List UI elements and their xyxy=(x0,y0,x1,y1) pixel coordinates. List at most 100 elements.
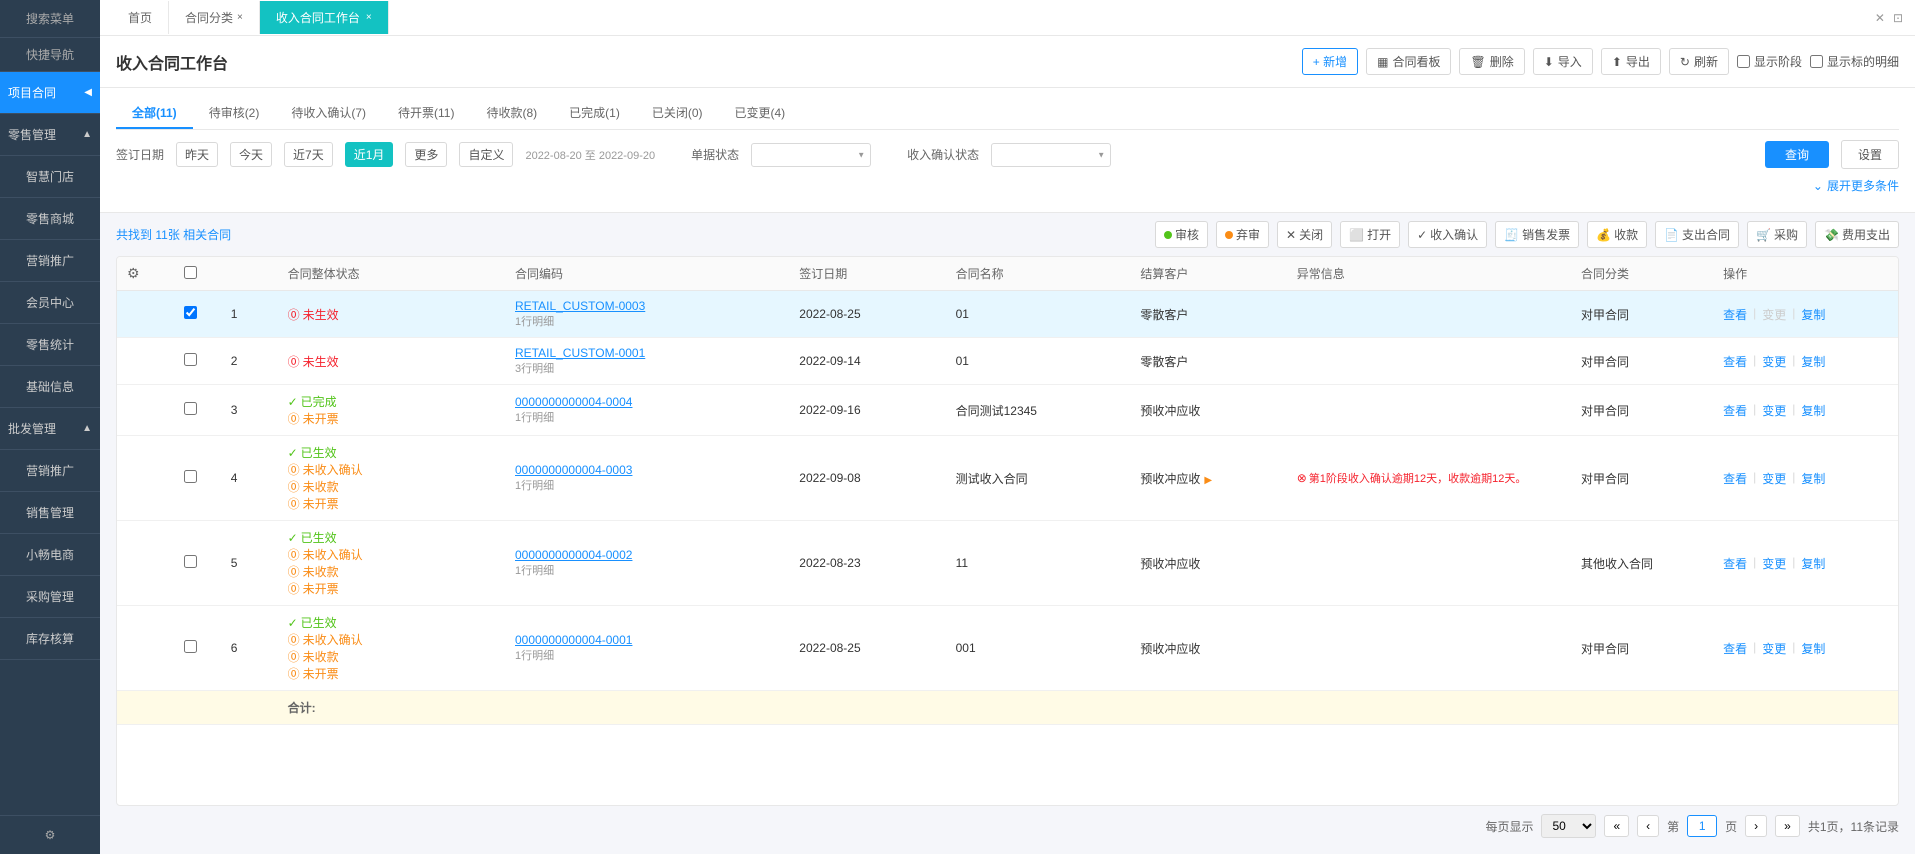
row-code[interactable]: 0000000000004-00021行明细 xyxy=(505,521,789,606)
tab-income-workbench-close[interactable]: × xyxy=(366,12,372,23)
copy-action[interactable]: 复制 xyxy=(1801,306,1825,323)
date-btn-1month[interactable]: 近1月 xyxy=(345,142,394,167)
copy-action[interactable]: 复制 xyxy=(1801,353,1825,370)
table-row[interactable]: 5✓已生效⓪未收入确认⓪未收款⓪未开票0000000000004-00021行明… xyxy=(117,521,1898,606)
sidebar-item-retail-stats[interactable]: 零售统计 xyxy=(0,324,100,366)
edit-action[interactable]: 变更 xyxy=(1762,640,1786,657)
tab-contract-category[interactable]: 合同分类 × xyxy=(169,1,260,34)
row-checkbox-cell[interactable] xyxy=(174,385,221,436)
show-detail-checkbox[interactable] xyxy=(1810,55,1823,68)
contract-code-link[interactable]: RETAIL_CUSTOM-0003 xyxy=(515,299,645,313)
show-stage-checkbox-label[interactable]: 显示阶段 xyxy=(1737,53,1802,70)
table-row[interactable]: 6✓已生效⓪未收入确认⓪未收款⓪未开票0000000000004-00011行明… xyxy=(117,606,1898,691)
col-error-info-header[interactable]: 异常信息 xyxy=(1287,257,1571,291)
status-tab-pending-invoice[interactable]: 待开票(11) xyxy=(382,98,470,129)
show-stage-checkbox[interactable] xyxy=(1737,55,1750,68)
window-close-button[interactable]: ✕ xyxy=(1875,11,1885,25)
contract-code-link[interactable]: 0000000000004-0003 xyxy=(515,463,632,477)
customer-nav-icon[interactable]: ▶ xyxy=(1204,475,1212,486)
expense-out-button[interactable]: 💸 费用支出 xyxy=(1815,221,1899,248)
tab-income-workbench[interactable]: 收入合同工作台 × xyxy=(260,1,389,34)
set-button[interactable]: 设置 xyxy=(1841,140,1899,169)
delete-button[interactable]: 🗑 删除 xyxy=(1459,48,1524,75)
date-btn-yesterday[interactable]: 昨天 xyxy=(176,142,218,167)
row-code[interactable]: 0000000000004-00031行明细 xyxy=(505,436,789,521)
status-tab-completed[interactable]: 已完成(1) xyxy=(553,98,636,129)
row-checkbox-cell[interactable] xyxy=(174,436,221,521)
tab-home[interactable]: 首页 xyxy=(112,1,169,34)
row-checkbox[interactable] xyxy=(184,470,197,483)
edit-action[interactable]: 变更 xyxy=(1762,353,1786,370)
show-detail-checkbox-label[interactable]: 显示标的明细 xyxy=(1810,53,1899,70)
contract-board-button[interactable]: ▦ 合同看板 xyxy=(1366,48,1451,75)
row-code[interactable]: 0000000000004-00011行明细 xyxy=(505,606,789,691)
refresh-button[interactable]: ↻ 刷新 xyxy=(1669,48,1729,75)
date-btn-more[interactable]: 更多 xyxy=(405,142,447,167)
contract-code-link[interactable]: 0000000000004-0004 xyxy=(515,395,632,409)
sidebar-item-marketing[interactable]: 营销推广 xyxy=(0,240,100,282)
last-page-button[interactable]: » xyxy=(1775,815,1800,837)
col-category-header[interactable]: 合同分类 xyxy=(1571,257,1713,291)
sales-invoice-button[interactable]: 🧾 销售发票 xyxy=(1495,221,1579,248)
sidebar-search[interactable]: 搜索菜单 xyxy=(0,0,100,38)
sidebar-item-retail-mall[interactable]: 零售商城 xyxy=(0,198,100,240)
date-btn-custom[interactable]: 自定义 xyxy=(459,142,513,167)
sidebar-item-project[interactable]: 项目合同 ◀ xyxy=(0,72,100,114)
edit-action[interactable]: 变更 xyxy=(1762,470,1786,487)
sidebar-item-retail[interactable]: 零售管理 ▲ xyxy=(0,114,100,156)
row-checkbox[interactable] xyxy=(184,306,197,319)
status-tab-pending-confirm[interactable]: 待收入确认(7) xyxy=(275,98,382,129)
status-tab-pending-receipt[interactable]: 待收款(8) xyxy=(470,98,553,129)
date-btn-today[interactable]: 今天 xyxy=(230,142,272,167)
doc-status-select[interactable] xyxy=(751,143,871,167)
view-action[interactable]: 查看 xyxy=(1723,470,1747,487)
contract-code-link[interactable]: 0000000000004-0001 xyxy=(515,633,632,647)
sidebar-item-wholesale[interactable]: 批发管理 ▲ xyxy=(0,408,100,450)
view-action[interactable]: 查看 xyxy=(1723,555,1747,572)
row-checkbox[interactable] xyxy=(184,353,197,366)
row-checkbox-cell[interactable] xyxy=(174,338,221,385)
row-checkbox[interactable] xyxy=(184,555,197,568)
row-checkbox-cell[interactable] xyxy=(174,606,221,691)
status-tab-closed[interactable]: 已关闭(0) xyxy=(636,98,719,129)
income-confirm-select[interactable] xyxy=(991,143,1111,167)
sidebar-item-basic[interactable]: 基础信息 xyxy=(0,366,100,408)
copy-action[interactable]: 复制 xyxy=(1801,470,1825,487)
sidebar-item-smart-store[interactable]: 智慧门店 xyxy=(0,156,100,198)
abandon-button[interactable]: 弃审 xyxy=(1216,221,1269,248)
open-button[interactable]: ⬜ 打开 xyxy=(1340,221,1400,248)
column-settings-icon[interactable]: ⚙ xyxy=(127,265,140,281)
status-tab-changed[interactable]: 已变更(4) xyxy=(719,98,802,129)
row-checkbox-cell[interactable] xyxy=(174,291,221,338)
row-code[interactable]: 0000000000004-00041行明细 xyxy=(505,385,789,436)
current-page[interactable]: 1 xyxy=(1687,815,1717,837)
edit-action[interactable]: 变更 xyxy=(1762,306,1786,323)
view-action[interactable]: 查看 xyxy=(1723,402,1747,419)
sidebar-settings-button[interactable]: ⚙ xyxy=(0,815,100,854)
sidebar-item-xiaochang[interactable]: 小畅电商 xyxy=(0,534,100,576)
income-confirm-button[interactable]: ✓ 收入确认 xyxy=(1408,221,1487,248)
expand-filter-button[interactable]: ⌄ 展开更多条件 xyxy=(1813,177,1899,194)
row-checkbox[interactable] xyxy=(184,402,197,415)
status-tab-pending-review[interactable]: 待审核(2) xyxy=(193,98,276,129)
select-all-checkbox[interactable] xyxy=(184,266,197,279)
import-button[interactable]: ⬇ 导入 xyxy=(1533,48,1593,75)
new-button[interactable]: + 新增 xyxy=(1302,48,1358,75)
view-action[interactable]: 查看 xyxy=(1723,640,1747,657)
prev-page-button[interactable]: ‹ xyxy=(1637,815,1659,837)
view-action[interactable]: 查看 xyxy=(1723,353,1747,370)
table-row[interactable]: 1⓪未生效RETAIL_CUSTOM-00031行明细2022-08-2501零… xyxy=(117,291,1898,338)
row-code[interactable]: RETAIL_CUSTOM-00031行明细 xyxy=(505,291,789,338)
tab-contract-category-close[interactable]: × xyxy=(237,12,243,23)
row-checkbox-cell[interactable] xyxy=(174,521,221,606)
copy-action[interactable]: 复制 xyxy=(1801,402,1825,419)
copy-action[interactable]: 复制 xyxy=(1801,555,1825,572)
contract-code-link[interactable]: 0000000000004-0002 xyxy=(515,548,632,562)
col-contract-status-header[interactable]: 合同整体状态 xyxy=(278,257,505,291)
expense-contract-button[interactable]: 📄 支出合同 xyxy=(1655,221,1739,248)
receipt-button[interactable]: 💰 收款 xyxy=(1587,221,1647,248)
first-page-button[interactable]: « xyxy=(1604,815,1629,837)
contract-code-link[interactable]: RETAIL_CUSTOM-0001 xyxy=(515,346,645,360)
col-sign-date-header[interactable]: 签订日期 xyxy=(789,257,945,291)
col-contract-name-header[interactable]: 合同名称 xyxy=(946,257,1131,291)
